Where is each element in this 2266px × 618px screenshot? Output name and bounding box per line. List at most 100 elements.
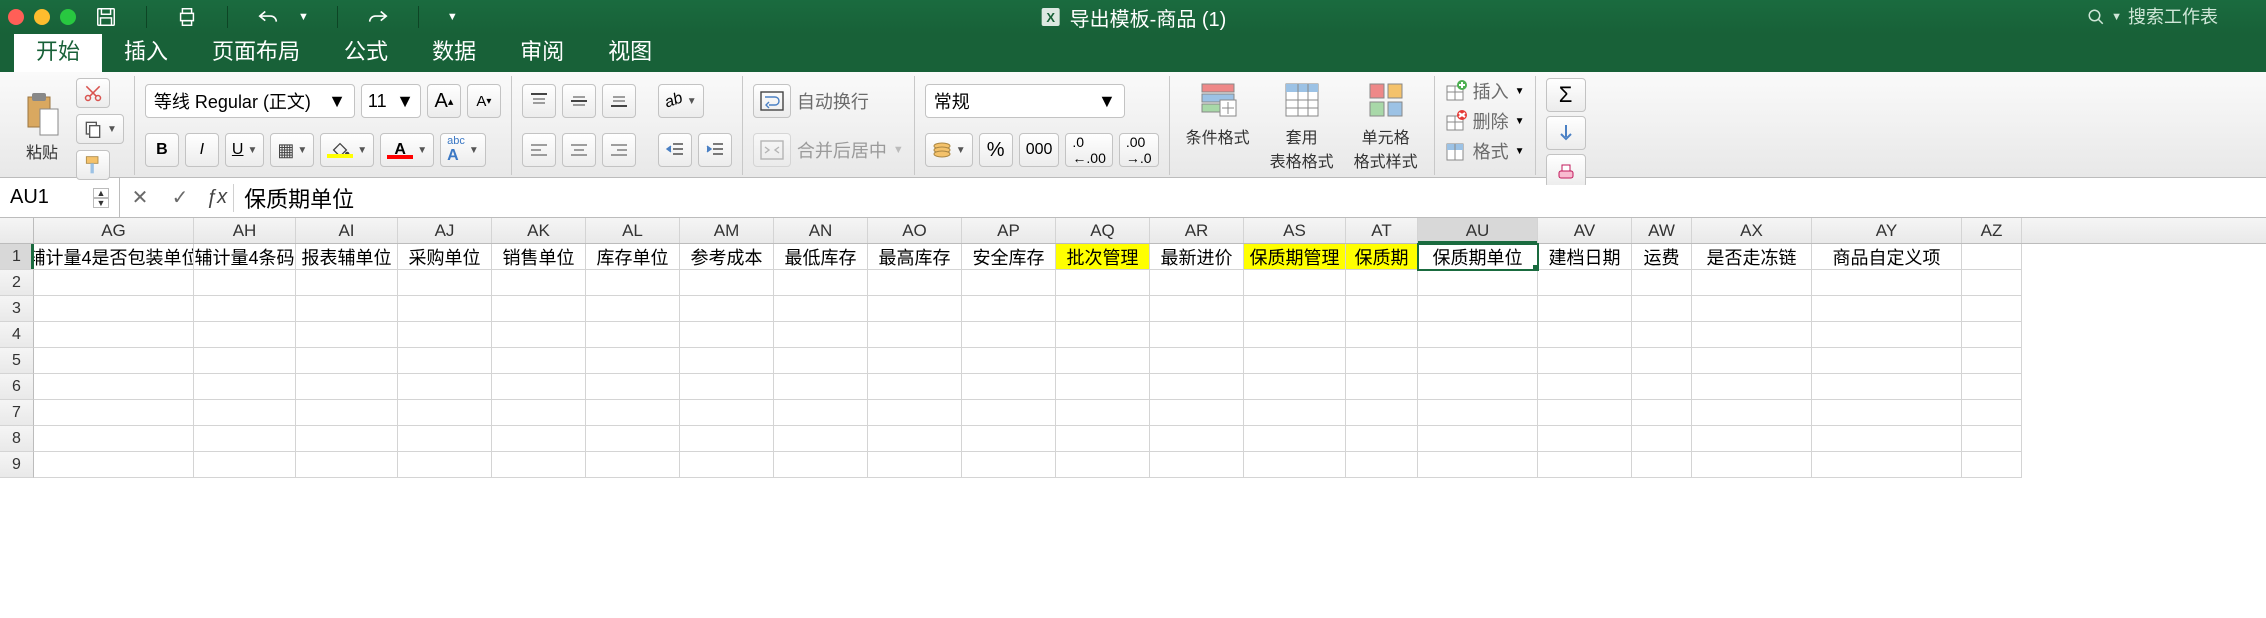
cell-AL3[interactable] — [586, 296, 680, 322]
cell-AN6[interactable] — [774, 374, 868, 400]
cell-AV7[interactable] — [1538, 400, 1632, 426]
cell-AN4[interactable] — [774, 322, 868, 348]
cell-AX8[interactable] — [1692, 426, 1812, 452]
cell-AJ3[interactable] — [398, 296, 492, 322]
cell-AU2[interactable] — [1418, 270, 1538, 296]
row-header-9[interactable]: 9 — [0, 452, 34, 478]
sheet-search[interactable]: ▼ — [2087, 7, 2258, 28]
cell-AI8[interactable] — [296, 426, 398, 452]
cell-AU5[interactable] — [1418, 348, 1538, 374]
cell-AM7[interactable] — [680, 400, 774, 426]
cell-AZ3[interactable] — [1962, 296, 2022, 322]
cell-AW3[interactable] — [1632, 296, 1692, 322]
cell-AP2[interactable] — [962, 270, 1056, 296]
cell-AZ6[interactable] — [1962, 374, 2022, 400]
bold-button[interactable]: B — [145, 133, 179, 167]
cell-AO1[interactable]: 最高库存 — [868, 244, 962, 270]
format-painter-button[interactable] — [76, 150, 110, 180]
cell-AV4[interactable] — [1538, 322, 1632, 348]
cell-AW8[interactable] — [1632, 426, 1692, 452]
cell-AU6[interactable] — [1418, 374, 1538, 400]
cell-AR8[interactable] — [1150, 426, 1244, 452]
cell-AZ5[interactable] — [1962, 348, 2022, 374]
comma-button[interactable]: 000 — [1019, 133, 1060, 167]
cell-AL8[interactable] — [586, 426, 680, 452]
cell-AM9[interactable] — [680, 452, 774, 478]
font-size-select[interactable]: 11▼ — [361, 84, 421, 118]
cell-AT5[interactable] — [1346, 348, 1418, 374]
row-header-1[interactable]: 1 — [0, 244, 34, 270]
column-header-AX[interactable]: AX — [1692, 218, 1812, 243]
column-header-AG[interactable]: AG — [34, 218, 194, 243]
cell-AU8[interactable] — [1418, 426, 1538, 452]
cell-AU3[interactable] — [1418, 296, 1538, 322]
cell-AJ6[interactable] — [398, 374, 492, 400]
percent-button[interactable]: % — [979, 133, 1013, 167]
underline-button[interactable]: U▼ — [225, 133, 264, 167]
cell-AX2[interactable] — [1692, 270, 1812, 296]
cell-AL4[interactable] — [586, 322, 680, 348]
cell-AH2[interactable] — [194, 270, 296, 296]
increase-decimal-button[interactable]: .0←.00 — [1065, 133, 1112, 167]
cell-AY8[interactable] — [1812, 426, 1962, 452]
row-header-3[interactable]: 3 — [0, 296, 34, 322]
column-header-AU[interactable]: AU — [1418, 218, 1538, 243]
column-header-AJ[interactable]: AJ — [398, 218, 492, 243]
cell-AL1[interactable]: 库存单位 — [586, 244, 680, 270]
cell-AI5[interactable] — [296, 348, 398, 374]
cell-AU4[interactable] — [1418, 322, 1538, 348]
formula-input[interactable] — [234, 185, 2266, 211]
cell-AV5[interactable] — [1538, 348, 1632, 374]
cell-AO8[interactable] — [868, 426, 962, 452]
autosum-button[interactable]: Σ — [1546, 78, 1586, 112]
cell-AP5[interactable] — [962, 348, 1056, 374]
column-header-AH[interactable]: AH — [194, 218, 296, 243]
conditional-format-button[interactable]: 条件格式 — [1180, 78, 1256, 150]
cell-AR3[interactable] — [1150, 296, 1244, 322]
font-color-button[interactable]: A▼ — [380, 133, 434, 167]
cell-AG8[interactable] — [34, 426, 194, 452]
namebox-stepper[interactable]: ▲▼ — [93, 188, 109, 208]
cell-AT7[interactable] — [1346, 400, 1418, 426]
cell-AH9[interactable] — [194, 452, 296, 478]
cell-AL2[interactable] — [586, 270, 680, 296]
cell-AI3[interactable] — [296, 296, 398, 322]
print-icon[interactable] — [175, 5, 199, 29]
cell-AJ8[interactable] — [398, 426, 492, 452]
column-header-AZ[interactable]: AZ — [1962, 218, 2022, 243]
cell-AM6[interactable] — [680, 374, 774, 400]
cell-AW4[interactable] — [1632, 322, 1692, 348]
cell-AX1[interactable]: 是否走冻链 — [1692, 244, 1812, 270]
cell-AG2[interactable] — [34, 270, 194, 296]
cell-AJ5[interactable] — [398, 348, 492, 374]
cell-AM5[interactable] — [680, 348, 774, 374]
cell-AR4[interactable] — [1150, 322, 1244, 348]
cell-AW5[interactable] — [1632, 348, 1692, 374]
cell-AZ9[interactable] — [1962, 452, 2022, 478]
column-header-AO[interactable]: AO — [868, 218, 962, 243]
cell-AQ2[interactable] — [1056, 270, 1150, 296]
cell-AS8[interactable] — [1244, 426, 1346, 452]
column-header-AN[interactable]: AN — [774, 218, 868, 243]
cell-AW6[interactable] — [1632, 374, 1692, 400]
cell-AR5[interactable] — [1150, 348, 1244, 374]
cell-AO3[interactable] — [868, 296, 962, 322]
cell-AH8[interactable] — [194, 426, 296, 452]
qat-customize-icon[interactable]: ▼ — [447, 11, 458, 23]
cell-AP9[interactable] — [962, 452, 1056, 478]
cell-AN5[interactable] — [774, 348, 868, 374]
cell-AK4[interactable] — [492, 322, 586, 348]
cell-AO7[interactable] — [868, 400, 962, 426]
cell-AN3[interactable] — [774, 296, 868, 322]
cell-AU9[interactable] — [1418, 452, 1538, 478]
cell-AQ1[interactable]: 批次管理 — [1056, 244, 1150, 270]
cell-AY9[interactable] — [1812, 452, 1962, 478]
cell-AM1[interactable]: 参考成本 — [680, 244, 774, 270]
delete-cells-button[interactable]: 删除▼ — [1445, 108, 1525, 134]
cell-AI1[interactable]: 报表辅单位 — [296, 244, 398, 270]
cell-AG6[interactable] — [34, 374, 194, 400]
cell-AN1[interactable]: 最低库存 — [774, 244, 868, 270]
font-family-select[interactable]: 等线 Regular (正文)▼ — [145, 84, 355, 118]
cell-AO9[interactable] — [868, 452, 962, 478]
cell-AP7[interactable] — [962, 400, 1056, 426]
